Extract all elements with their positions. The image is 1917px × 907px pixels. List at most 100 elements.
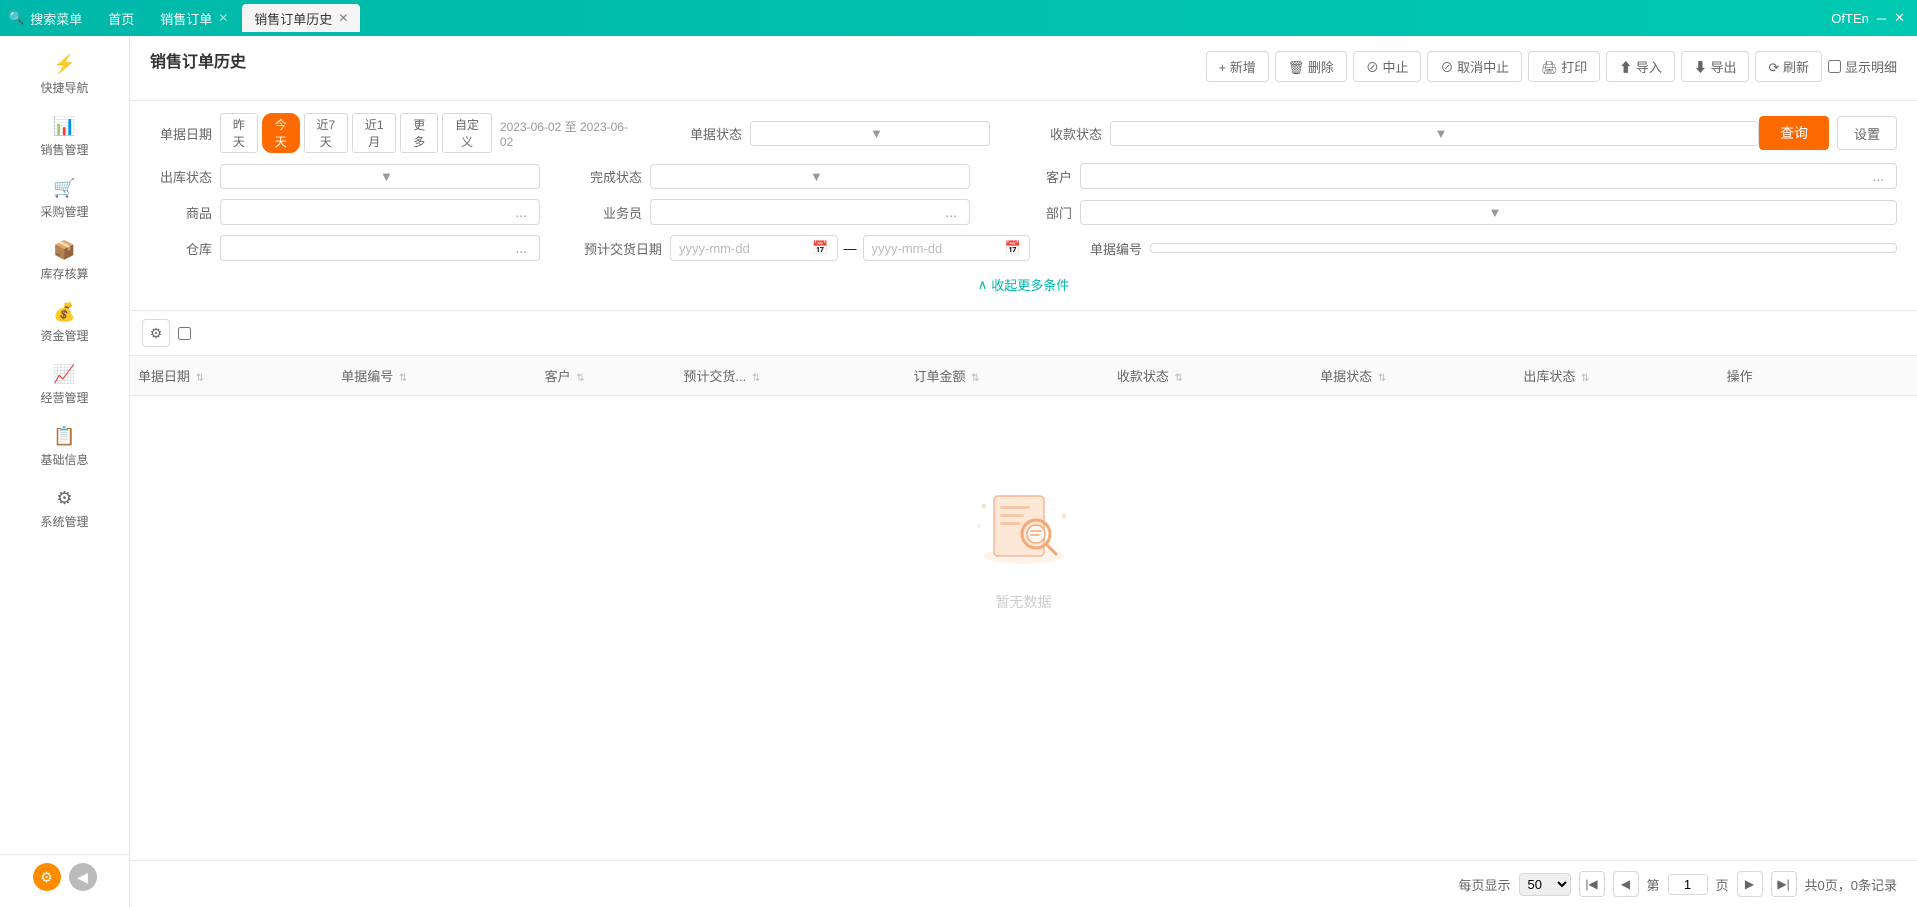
sidebar-item-purchase-mgmt[interactable]: 🛒 采购管理 [0, 168, 129, 230]
delete-button[interactable]: 🗑 删除 [1275, 51, 1347, 82]
base-info-icon: 📋 [53, 426, 75, 447]
collapse-up-icon: ∧ [978, 277, 988, 293]
export-button[interactable]: ⬇ 导出 [1681, 51, 1750, 82]
table-header-row: 单据日期 ⇅ 单据编号 ⇅ 客户 ⇅ 预计交货... [130, 356, 1917, 396]
col-date-sort: ⇅ [196, 373, 204, 384]
sidebar-collapse-icon[interactable]: ◀ [69, 863, 97, 891]
tab-sales-order-close[interactable]: ✕ [218, 11, 228, 25]
date-btn-more[interactable]: 更多 [400, 113, 438, 153]
sidebar-item-inventory[interactable]: 📦 库存核算 [0, 230, 129, 292]
warehouse-dots-btn[interactable]: ... [511, 240, 531, 256]
sales-mgmt-icon: 📊 [53, 116, 75, 137]
date-btn-custom[interactable]: 自定义 [442, 113, 492, 153]
sidebar-item-capital[interactable]: 💰 资金管理 [0, 292, 129, 354]
product-input-control[interactable]: ... [220, 199, 540, 225]
warehouse-input-control[interactable]: ... [220, 235, 540, 261]
tab-sales-order[interactable]: 销售订单 ✕ [148, 4, 240, 32]
stop-button[interactable]: ⊘ 中止 [1353, 51, 1422, 82]
department-select[interactable]: ▼ [1080, 200, 1897, 225]
out-status-select[interactable]: ▼ [220, 164, 540, 189]
delivery-start-input[interactable]: yyyy-mm-dd 📅 [670, 235, 838, 261]
page-current-input[interactable] [1668, 874, 1708, 895]
sidebar-item-quick-nav[interactable]: ⚡ 快捷导航 [0, 44, 129, 106]
col-delivery[interactable]: 预计交货... ⇅ [675, 356, 905, 396]
delivery-end-input[interactable]: yyyy-mm-dd 📅 [863, 235, 1031, 261]
select-all-checkbox[interactable] [178, 327, 191, 340]
print-button[interactable]: 🖨 打印 [1528, 51, 1600, 82]
display-detail-checkbox[interactable]: 显示明细 [1828, 57, 1897, 76]
empty-text: 暂无数据 [996, 592, 1052, 612]
salesperson-label: 业务员 [580, 203, 650, 222]
col-doc-status[interactable]: 单据状态 ⇅ [1312, 356, 1515, 396]
table-area: ⚙ 单据日期 ⇅ 单据编号 ⇅ 客户 [130, 311, 1917, 860]
tab-sales-order-history[interactable]: 销售订单历史 ✕ [242, 4, 360, 32]
customer-dots-btn[interactable]: ... [1868, 168, 1888, 184]
complete-status-select-control[interactable]: ▼ [650, 164, 970, 189]
order-number-label: 单据编号 [1070, 239, 1150, 258]
sidebar-item-label-inventory: 库存核算 [40, 265, 88, 282]
status-select[interactable]: ▼ [750, 121, 990, 146]
sidebar-item-operations[interactable]: 📈 经营管理 [0, 354, 129, 416]
import-button[interactable]: ⬆ 导入 [1606, 51, 1675, 82]
topbar-brand-text: OfTEn [1831, 11, 1869, 26]
col-out-status-label: 出库状态 [1523, 369, 1575, 384]
out-status-select-control[interactable]: ▼ [220, 164, 540, 189]
salesperson-dots-btn[interactable]: ... [941, 204, 961, 220]
sidebar-item-sales-mgmt[interactable]: 📊 销售管理 [0, 106, 129, 168]
order-number-input[interactable] [1150, 243, 1897, 253]
page-word: 页 [1716, 875, 1729, 894]
calendar-end-icon[interactable]: 📅 [1005, 240, 1021, 256]
new-button[interactable]: + 新增 [1206, 51, 1269, 82]
product-input[interactable]: ... [220, 199, 540, 225]
table-settings-btn[interactable]: ⚙ [142, 319, 170, 347]
department-select-control[interactable]: ▼ [1080, 200, 1897, 225]
complete-status-select[interactable]: ▼ [650, 164, 970, 189]
calendar-start-icon[interactable]: 📅 [812, 240, 828, 256]
collapse-row[interactable]: ∧ 收起更多条件 [150, 271, 1897, 298]
page-size-select[interactable]: 50 10 20 100 [1519, 873, 1571, 896]
col-date[interactable]: 单据日期 ⇅ [130, 356, 333, 396]
col-out-status[interactable]: 出库状态 ⇅ [1515, 356, 1718, 396]
tab-home[interactable]: 首页 [96, 4, 146, 32]
status-select-control[interactable]: ▼ [750, 121, 990, 146]
page-first-btn[interactable]: |◀ [1579, 871, 1605, 897]
col-number[interactable]: 单据编号 ⇅ [333, 356, 536, 396]
date-btn-today[interactable]: 今天 [262, 113, 300, 153]
salesperson-input-control[interactable]: ... [650, 199, 970, 225]
warehouse-input[interactable]: ... [220, 235, 540, 261]
payment-status-arrow: ▼ [1435, 126, 1751, 141]
out-status-label: 出库状态 [150, 167, 220, 186]
customer-input[interactable]: ... [1080, 163, 1897, 189]
customer-input-control[interactable]: ... [1080, 163, 1897, 189]
query-button[interactable]: 查询 [1759, 116, 1829, 150]
tab-home-label: 首页 [108, 9, 134, 28]
search-menu[interactable]: 🔍 搜索菜单 [8, 9, 82, 28]
date-label: 单据日期 [150, 124, 220, 143]
status-label: 单据状态 [680, 124, 750, 143]
page-prev-btn[interactable]: ◀ [1613, 871, 1639, 897]
tab-sales-order-history-close[interactable]: ✕ [338, 11, 348, 25]
sidebar-item-sys-mgmt[interactable]: ⚙ 系统管理 [0, 478, 129, 540]
display-detail-input[interactable] [1828, 60, 1841, 73]
date-btn-1month[interactable]: 近1月 [352, 113, 396, 153]
settings-button[interactable]: 设置 [1837, 116, 1897, 150]
col-customer[interactable]: 客户 ⇅ [537, 356, 676, 396]
cancel-stop-button[interactable]: ⊘ 取消中止 [1427, 51, 1522, 82]
page-next-btn[interactable]: ▶ [1737, 871, 1763, 897]
date-btn-yesterday[interactable]: 昨天 [220, 113, 258, 153]
col-amount-sort: ⇅ [971, 373, 979, 384]
date-btn-7days[interactable]: 近7天 [304, 113, 348, 153]
sidebar-settings-icon[interactable]: ⚙ [33, 863, 61, 891]
page-last-btn[interactable]: ▶| [1771, 871, 1797, 897]
sidebar-item-base-info[interactable]: 📋 基础信息 [0, 416, 129, 478]
topbar-minus-icon[interactable]: ─ [1877, 11, 1886, 26]
order-number-input-control[interactable] [1150, 243, 1897, 253]
payment-status-select[interactable]: ▼ [1110, 121, 1759, 146]
salesperson-input[interactable]: ... [650, 199, 970, 225]
refresh-button[interactable]: ⟳ 刷新 [1755, 51, 1822, 82]
topbar-close-icon[interactable]: ✕ [1894, 10, 1905, 26]
product-dots-btn[interactable]: ... [511, 204, 531, 220]
col-payment[interactable]: 收款状态 ⇅ [1109, 356, 1312, 396]
payment-status-select-control[interactable]: ▼ [1110, 121, 1759, 146]
col-amount[interactable]: 订单金额 ⇅ [906, 356, 1109, 396]
